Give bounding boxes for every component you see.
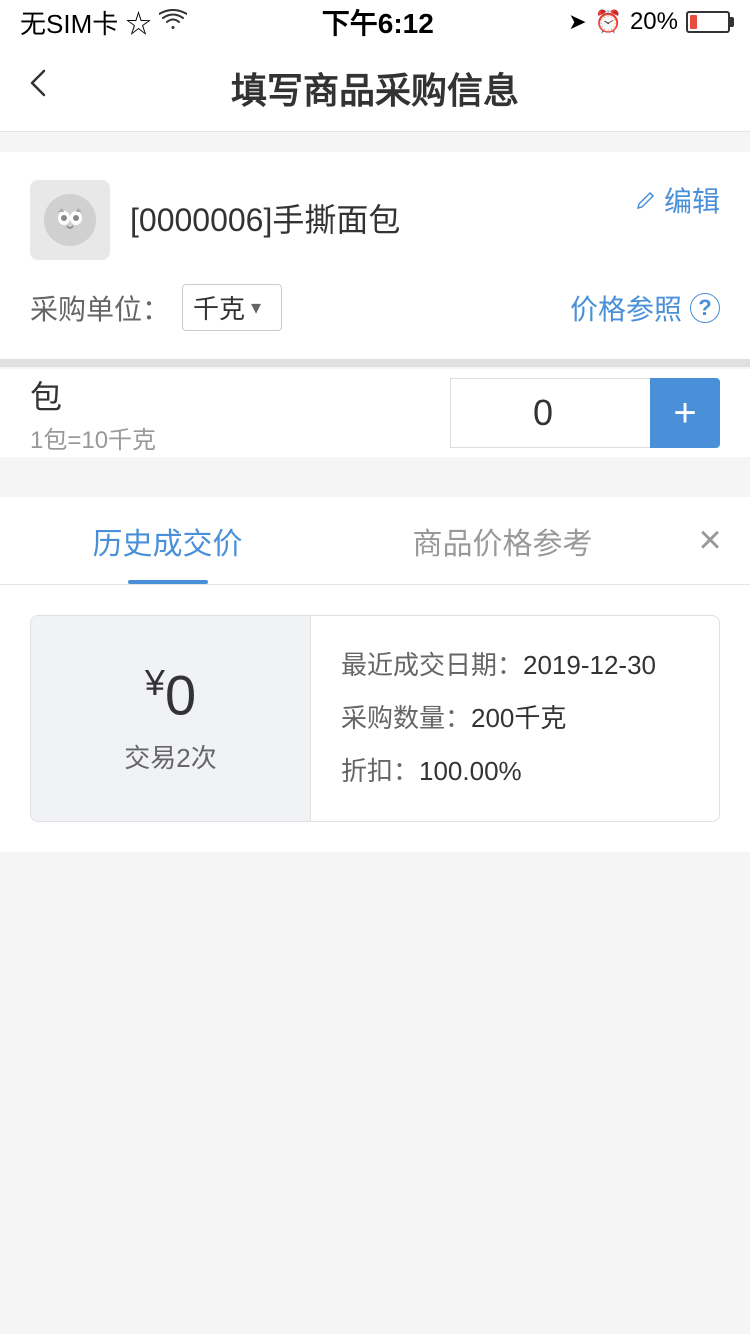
tabs-header: 历史成交价 商品价格参考 ×	[0, 497, 750, 585]
discount-row: 折扣：100.00%	[341, 752, 689, 791]
back-button[interactable]	[24, 61, 54, 114]
card-details-section: 最近成交日期：2019-12-30 采购数量：200千克 折扣：100.00%	[311, 616, 719, 821]
recent-date-value: 2019-12-30	[523, 650, 656, 680]
quantity-input[interactable]	[450, 378, 650, 448]
card-price-section: ¥0 交易2次	[31, 616, 311, 821]
trade-count: 交易2次	[124, 738, 216, 775]
currency-symbol: ¥	[145, 662, 165, 703]
purchase-qty-label: 采购数量：	[341, 703, 471, 733]
dropdown-arrow-icon: ▾	[251, 295, 261, 320]
wifi-icon	[159, 7, 187, 38]
card-content: ¥0 交易2次 最近成交日期：2019-12-30 采购数量：200千克 折扣：…	[0, 585, 750, 852]
alarm-icon: ⏰	[595, 9, 622, 35]
price-display: ¥0	[145, 662, 196, 728]
purchase-qty-value: 200千克	[471, 703, 566, 733]
tab-history-price[interactable]: 历史成交价	[0, 497, 335, 584]
close-icon: ×	[698, 518, 721, 563]
discount-label: 折扣：	[341, 756, 419, 786]
product-left: [0000006]手撕面包	[30, 180, 400, 260]
nav-bar: 填写商品采购信息	[0, 44, 750, 132]
quantity-label-group: 包 1包=10千克	[30, 372, 156, 455]
recent-date-row: 最近成交日期：2019-12-30	[341, 646, 689, 685]
discount-value: 100.00%	[419, 756, 522, 786]
recent-date-label: 最近成交日期：	[341, 650, 523, 680]
tab-price-ref-label: 商品价格参考	[413, 519, 593, 563]
product-thumbnail	[30, 180, 110, 260]
quantity-section: 包 1包=10千克 +	[0, 369, 750, 457]
battery-percent: 20%	[630, 8, 678, 36]
plus-icon: +	[673, 391, 696, 436]
price-ref-label: 价格参照	[570, 288, 682, 328]
tabs-section: 历史成交价 商品价格参考 × ¥0 交易2次 最近成交日期：2019-12-30…	[0, 497, 750, 852]
unit-label: 采购单位：	[30, 288, 170, 328]
unit-row: 采购单位： 千克 ▾	[30, 284, 282, 331]
price-ref-help-icon: ?	[690, 293, 720, 323]
product-header: [0000006]手撕面包 编辑	[30, 180, 720, 260]
product-card: [0000006]手撕面包 编辑 采购单位： 千克 ▾ 价格参照 ?	[0, 152, 750, 359]
product-footer: 采购单位： 千克 ▾ 价格参照 ?	[30, 284, 720, 331]
quantity-plus-button[interactable]: +	[650, 378, 720, 448]
main-divider	[0, 457, 750, 477]
unit-select-dropdown[interactable]: 千克 ▾	[182, 284, 282, 331]
price-value: 0	[165, 664, 196, 727]
price-reference-button[interactable]: 价格参照 ?	[570, 288, 720, 328]
edit-button[interactable]: 编辑	[634, 180, 720, 220]
gps-icon: ➤	[568, 9, 586, 35]
history-card: ¥0 交易2次 最近成交日期：2019-12-30 采购数量：200千克 折扣：…	[30, 615, 720, 822]
status-time: 下午6:12	[322, 2, 434, 42]
purchase-qty-row: 采购数量：200千克	[341, 699, 689, 738]
quantity-input-group: +	[450, 378, 720, 448]
section-divider	[0, 359, 750, 367]
page-title: 填写商品采购信息	[231, 62, 519, 114]
status-right: ➤ ⏰ 20%	[568, 8, 730, 36]
status-bar: 无SIM卡 ☆ 下午6:12 ➤ ⏰ 20%	[0, 0, 750, 44]
unit-big-label: 包	[30, 372, 156, 418]
product-name: [0000006]手撕面包	[130, 198, 400, 243]
carrier-label: 无SIM卡 ☆	[20, 4, 151, 41]
tab-close-button[interactable]: ×	[670, 497, 750, 584]
battery-icon	[686, 11, 730, 33]
tab-price-reference[interactable]: 商品价格参考	[335, 497, 670, 584]
status-left: 无SIM卡 ☆	[20, 4, 187, 41]
edit-label: 编辑	[664, 180, 720, 220]
tab-history-label: 历史成交价	[93, 519, 243, 563]
edit-icon	[634, 188, 658, 212]
unit-value: 千克	[193, 289, 245, 326]
unit-sub-label: 1包=10千克	[30, 420, 156, 455]
